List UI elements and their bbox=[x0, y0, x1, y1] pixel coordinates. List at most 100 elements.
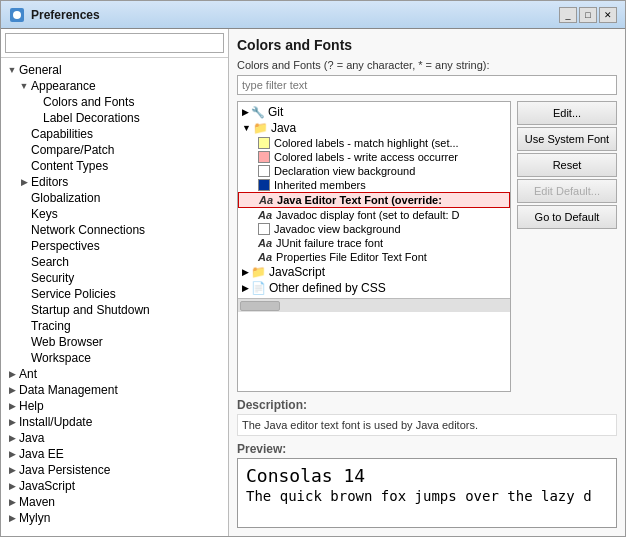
tree-label-appearance: Appearance bbox=[31, 79, 96, 93]
javascript-label: JavaScript bbox=[269, 265, 325, 279]
tree-item-help[interactable]: ▶ Help bbox=[1, 398, 228, 414]
side-buttons: Edit... Use System Font Reset Edit Defau… bbox=[517, 101, 617, 392]
tree-label-capabilities: Capabilities bbox=[31, 127, 93, 141]
tree-item-label-decorations[interactable]: Label Decorations bbox=[1, 110, 228, 126]
tree-item-content-types[interactable]: Content Types bbox=[1, 158, 228, 174]
tree-item-colors-fonts[interactable]: Colors and Fonts bbox=[1, 94, 228, 110]
tree-label-globalization: Globalization bbox=[31, 191, 100, 205]
aa-javadoc-display: Aa bbox=[258, 209, 272, 221]
color-list-area: ▶ 🔧 Git ▼ 📁 Java Co bbox=[237, 101, 617, 392]
edit-default-button[interactable]: Edit Default... bbox=[517, 179, 617, 203]
color-tree-declaration-view[interactable]: Declaration view background bbox=[238, 164, 510, 178]
aa-junit-failure: Aa bbox=[258, 237, 272, 249]
color-tree-inherited-members[interactable]: Inherited members bbox=[238, 178, 510, 192]
other-css-label: Other defined by CSS bbox=[269, 281, 386, 295]
preview-box: Consolas 14 The quick brown fox jumps ov… bbox=[237, 458, 617, 528]
tree-item-ant[interactable]: ▶ Ant bbox=[1, 366, 228, 382]
color-tree-colored-labels-write[interactable]: Colored labels - write access occurrer bbox=[238, 150, 510, 164]
color-tree-javascript[interactable]: ▶ 📁 JavaScript bbox=[238, 264, 510, 280]
use-system-font-button[interactable]: Use System Font bbox=[517, 127, 617, 151]
preview-line1: Consolas 14 bbox=[246, 465, 608, 486]
go-to-default-button[interactable]: Go to Default bbox=[517, 205, 617, 229]
color-tree-junit-failure[interactable]: Aa JUnit failure trace font bbox=[238, 236, 510, 250]
arrow-other-css: ▶ bbox=[242, 283, 249, 293]
tree-label-perspectives: Perspectives bbox=[31, 239, 100, 253]
color-tree-colored-labels-match[interactable]: Colored labels - match highlight (set... bbox=[238, 136, 510, 150]
tree-item-web-browser[interactable]: Web Browser bbox=[1, 334, 228, 350]
tree-item-service-policies[interactable]: Service Policies bbox=[1, 286, 228, 302]
color-tree-javadoc-view-bg[interactable]: Javadoc view background bbox=[238, 222, 510, 236]
scrollbar-thumb[interactable] bbox=[240, 301, 280, 311]
tree-label-install-update: Install/Update bbox=[19, 415, 92, 429]
tree-search-input[interactable] bbox=[5, 33, 224, 53]
color-tree-javadoc-display-font[interactable]: Aa Javadoc display font (set to default:… bbox=[238, 208, 510, 222]
color-tree-java[interactable]: ▼ 📁 Java bbox=[238, 120, 510, 136]
arrow-java: ▼ bbox=[242, 123, 251, 133]
description-area: Description: The Java editor text font i… bbox=[237, 398, 617, 436]
close-button[interactable]: ✕ bbox=[599, 7, 617, 23]
preference-tree: ▼ General ▼ Appearance Colors and Fonts … bbox=[1, 58, 228, 530]
tree-item-javascript[interactable]: ▶ JavaScript bbox=[1, 478, 228, 494]
swatch-inherited-members bbox=[258, 179, 270, 191]
aa-java-editor: Aa bbox=[259, 194, 273, 206]
swatch-colored-labels-write bbox=[258, 151, 270, 163]
tree-label-editors: Editors bbox=[31, 175, 68, 189]
color-tree-git[interactable]: ▶ 🔧 Git bbox=[238, 104, 510, 120]
tree-label-workspace: Workspace bbox=[31, 351, 91, 365]
tree-label-tracing: Tracing bbox=[31, 319, 71, 333]
git-label: Git bbox=[268, 105, 283, 119]
tree-item-keys[interactable]: Keys bbox=[1, 206, 228, 222]
filter-input[interactable] bbox=[237, 75, 617, 95]
arrow-general: ▼ bbox=[5, 65, 19, 75]
color-list-container[interactable]: ▶ 🔧 Git ▼ 📁 Java Co bbox=[237, 101, 511, 392]
tree-item-workspace[interactable]: Workspace bbox=[1, 350, 228, 366]
junit-failure-label: JUnit failure trace font bbox=[276, 237, 383, 249]
tree-label-startup-shutdown: Startup and Shutdown bbox=[31, 303, 150, 317]
horizontal-scrollbar[interactable] bbox=[238, 298, 510, 312]
javadoc-view-bg-label: Javadoc view background bbox=[274, 223, 401, 235]
tree-label-keys: Keys bbox=[31, 207, 58, 221]
tree-item-maven[interactable]: ▶ Maven bbox=[1, 494, 228, 510]
tree-item-capabilities[interactable]: Capabilities bbox=[1, 126, 228, 142]
tree-item-java-ee[interactable]: ▶ Java EE bbox=[1, 446, 228, 462]
tree-item-search[interactable]: Search bbox=[1, 254, 228, 270]
reset-button[interactable]: Reset bbox=[517, 153, 617, 177]
tree-item-java-persistence[interactable]: ▶ Java Persistence bbox=[1, 462, 228, 478]
tree-item-java[interactable]: ▶ Java bbox=[1, 430, 228, 446]
java-folder-icon: 📁 bbox=[253, 121, 268, 135]
maximize-button[interactable]: □ bbox=[579, 7, 597, 23]
other-css-icon: 📄 bbox=[251, 281, 266, 295]
arrow-git: ▶ bbox=[242, 107, 249, 117]
tree-label-java-persistence: Java Persistence bbox=[19, 463, 110, 477]
tree-label-colors-fonts: Colors and Fonts bbox=[43, 95, 134, 109]
color-tree-properties-file-editor[interactable]: Aa Properties File Editor Text Font bbox=[238, 250, 510, 264]
color-tree: ▶ 🔧 Git ▼ 📁 Java Co bbox=[238, 102, 510, 298]
aa-properties-file-editor: Aa bbox=[258, 251, 272, 263]
preview-label: Preview: bbox=[237, 442, 617, 456]
tree-item-general[interactable]: ▼ General bbox=[1, 62, 228, 78]
tree-item-editors[interactable]: ▶ Editors bbox=[1, 174, 228, 190]
javadoc-display-font-label: Javadoc display font (set to default: D bbox=[276, 209, 459, 221]
tree-item-install-update[interactable]: ▶ Install/Update bbox=[1, 414, 228, 430]
tree-item-security[interactable]: Security bbox=[1, 270, 228, 286]
tree-item-appearance[interactable]: ▼ Appearance bbox=[1, 78, 228, 94]
tree-label-java-ee: Java EE bbox=[19, 447, 64, 461]
tree-item-tracing[interactable]: Tracing bbox=[1, 318, 228, 334]
color-tree-other-css[interactable]: ▶ 📄 Other defined by CSS bbox=[238, 280, 510, 296]
tree-item-mylyn[interactable]: ▶ Mylyn bbox=[1, 510, 228, 526]
java-label: Java bbox=[271, 121, 296, 135]
window-title: Preferences bbox=[31, 8, 559, 22]
color-tree-java-editor-text-font[interactable]: Aa Java Editor Text Font (override: ➔ bbox=[238, 192, 510, 208]
edit-button[interactable]: Edit... bbox=[517, 101, 617, 125]
tree-item-network-connections[interactable]: Network Connections bbox=[1, 222, 228, 238]
tree-label-label-decorations: Label Decorations bbox=[43, 111, 140, 125]
tree-item-data-management[interactable]: ▶ Data Management bbox=[1, 382, 228, 398]
tree-label-maven: Maven bbox=[19, 495, 55, 509]
tree-item-globalization[interactable]: Globalization bbox=[1, 190, 228, 206]
tree-item-perspectives[interactable]: Perspectives bbox=[1, 238, 228, 254]
tree-item-compare-patch[interactable]: Compare/Patch bbox=[1, 142, 228, 158]
tree-label-mylyn: Mylyn bbox=[19, 511, 50, 525]
tree-label-ant: Ant bbox=[19, 367, 37, 381]
minimize-button[interactable]: _ bbox=[559, 7, 577, 23]
tree-item-startup-shutdown[interactable]: Startup and Shutdown bbox=[1, 302, 228, 318]
